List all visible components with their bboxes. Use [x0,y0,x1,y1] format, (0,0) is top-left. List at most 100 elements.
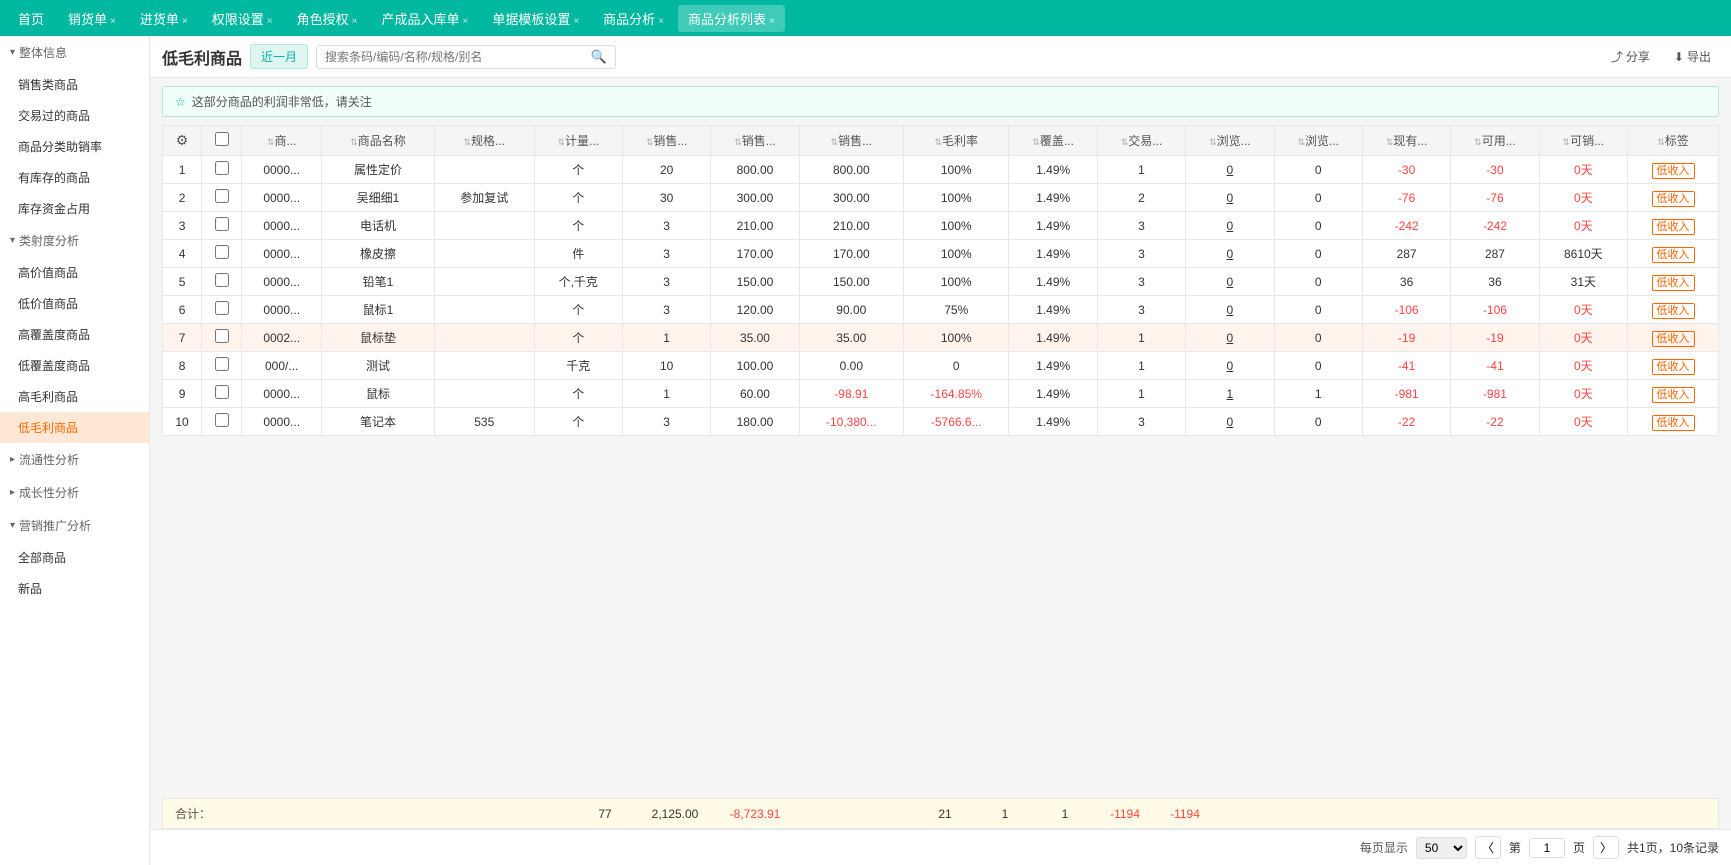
cell-checkbox[interactable] [202,240,242,268]
col-header-code[interactable]: ⇅商... [242,126,322,156]
sort-icon-available[interactable]: ⇅ [1474,137,1482,147]
row-checkbox[interactable] [215,301,229,315]
row-checkbox[interactable] [215,357,229,371]
sidebar-group-整体信息[interactable]: ▾整体信息 [0,36,149,69]
col-header-unit[interactable]: ⇅计量... [534,126,622,156]
views-link[interactable]: 0 [1227,331,1234,345]
row-checkbox[interactable] [215,329,229,343]
cell-checkbox[interactable] [202,156,242,184]
cell-checkbox[interactable] [202,352,242,380]
col-header-sales_profit[interactable]: ⇅销售... [799,126,903,156]
sidebar-item-新品[interactable]: 新品 [0,573,149,604]
nav-close-icon[interactable]: × [573,16,579,27]
row-checkbox[interactable] [215,413,229,427]
row-checkbox[interactable] [215,161,229,175]
sort-icon-sales_profit[interactable]: ⇅ [831,137,839,147]
nav-item-角色授权[interactable]: 角色授权× [287,5,368,32]
sort-icon-sales_qty[interactable]: ⇅ [646,137,654,147]
sidebar-item-销售类商品[interactable]: 销售类商品 [0,69,149,100]
views-link[interactable]: 0 [1227,191,1234,205]
next-page-btn[interactable]: 〉 [1593,836,1619,859]
views-link[interactable]: 0 [1227,247,1234,261]
cell-views1[interactable]: 0 [1186,156,1274,184]
cell-checkbox[interactable] [202,380,242,408]
sidebar-item-交易过的商品[interactable]: 交易过的商品 [0,100,149,131]
cell-checkbox[interactable] [202,324,242,352]
sidebar-item-低覆盖度商品[interactable]: 低覆盖度商品 [0,350,149,381]
sidebar-item-全部商品[interactable]: 全部商品 [0,542,149,573]
sidebar-group-成长性分析[interactable]: ▸成长性分析 [0,476,149,509]
nav-item-单据模板设置[interactable]: 单据模板设置× [482,5,589,32]
search-input[interactable] [325,50,591,64]
row-checkbox[interactable] [215,217,229,231]
nav-item-首页[interactable]: 首页 [8,5,54,32]
page-input[interactable] [1529,838,1565,858]
row-checkbox[interactable] [215,385,229,399]
export-btn[interactable]: ⬇ 导出 [1666,45,1719,68]
settings-col-icon[interactable]: ⚙ [176,132,189,148]
col-header-trade[interactable]: ⇅交易... [1097,126,1185,156]
nav-close-icon[interactable]: × [110,16,116,27]
views-link[interactable]: 0 [1227,219,1234,233]
row-checkbox[interactable] [215,273,229,287]
nav-item-商品分析[interactable]: 商品分析× [593,5,674,32]
sidebar-item-低毛利商品[interactable]: 低毛利商品 [0,412,149,443]
views-link[interactable]: 0 [1227,359,1234,373]
col-header-coverage[interactable]: ⇅覆盖... [1009,126,1097,156]
nav-close-icon[interactable]: × [267,16,273,27]
cell-views1[interactable]: 0 [1186,324,1274,352]
cell-views1[interactable]: 0 [1186,352,1274,380]
nav-close-icon[interactable]: × [658,16,664,27]
nav-item-权限设置[interactable]: 权限设置× [202,5,283,32]
col-header-views2[interactable]: ⇅浏览... [1274,126,1362,156]
cell-views1[interactable]: 0 [1186,268,1274,296]
cell-views1[interactable]: 0 [1186,240,1274,268]
views-link[interactable]: 0 [1227,163,1234,177]
sort-icon-sales_price[interactable]: ⇅ [734,137,742,147]
col-header-current[interactable]: ⇅现有... [1362,126,1450,156]
sort-icon-sellable[interactable]: ⇅ [1563,137,1571,147]
col-header-spec[interactable]: ⇅规格... [434,126,534,156]
col-header-views1[interactable]: ⇅浏览... [1186,126,1274,156]
sidebar-group-流通性分析[interactable]: ▸流通性分析 [0,443,149,476]
nav-close-icon[interactable]: × [769,16,775,27]
sort-icon-gross_rate[interactable]: ⇅ [934,137,942,147]
col-header-gross_rate[interactable]: ⇅毛利率 [903,126,1009,156]
cell-checkbox[interactable] [202,408,242,436]
nav-item-商品分析列表[interactable]: 商品分析列表× [678,5,785,32]
sort-icon-coverage[interactable]: ⇅ [1032,137,1040,147]
cell-checkbox[interactable] [202,268,242,296]
sort-icon-name[interactable]: ⇅ [350,137,358,147]
sort-icon-unit[interactable]: ⇅ [557,137,565,147]
col-header-sellable[interactable]: ⇅可销... [1539,126,1627,156]
sort-icon-code[interactable]: ⇅ [267,137,275,147]
col-header-name[interactable]: ⇅商品名称 [322,126,435,156]
cell-checkbox[interactable] [202,184,242,212]
cell-views1[interactable]: 0 [1186,296,1274,324]
filter-month-btn[interactable]: 近一月 [250,44,308,69]
row-checkbox[interactable] [215,245,229,259]
col-header-sales_price[interactable]: ⇅销售... [711,126,799,156]
sort-icon-trade[interactable]: ⇅ [1121,137,1129,147]
select-all-checkbox[interactable] [215,132,229,146]
cell-views1[interactable]: 0 [1186,184,1274,212]
search-box[interactable]: 🔍 [316,45,616,69]
nav-item-产成品入库单[interactable]: 产成品入库单× [371,5,478,32]
nav-close-icon[interactable]: × [352,16,358,27]
views-link[interactable]: 0 [1227,415,1234,429]
views-link[interactable]: 0 [1227,275,1234,289]
search-icon[interactable]: 🔍 [591,49,607,65]
sort-icon-tag[interactable]: ⇅ [1657,137,1665,147]
sidebar-group-类射度分析[interactable]: ▾类射度分析 [0,224,149,257]
page-size-select[interactable]: 50 100 200 [1416,837,1467,859]
sidebar-item-低价值商品[interactable]: 低价值商品 [0,288,149,319]
prev-page-btn[interactable]: 〈 [1475,836,1501,859]
sort-icon-current[interactable]: ⇅ [1386,137,1394,147]
sidebar-item-商品分类助销率[interactable]: 商品分类助销率 [0,131,149,162]
col-header-available[interactable]: ⇅可用... [1451,126,1539,156]
sidebar-item-高覆盖度商品[interactable]: 高覆盖度商品 [0,319,149,350]
nav-item-进货单[interactable]: 进货单× [130,5,198,32]
nav-item-销货单[interactable]: 销货单× [58,5,126,32]
cell-views1[interactable]: 0 [1186,212,1274,240]
col-header-tag[interactable]: ⇅标签 [1628,126,1719,156]
